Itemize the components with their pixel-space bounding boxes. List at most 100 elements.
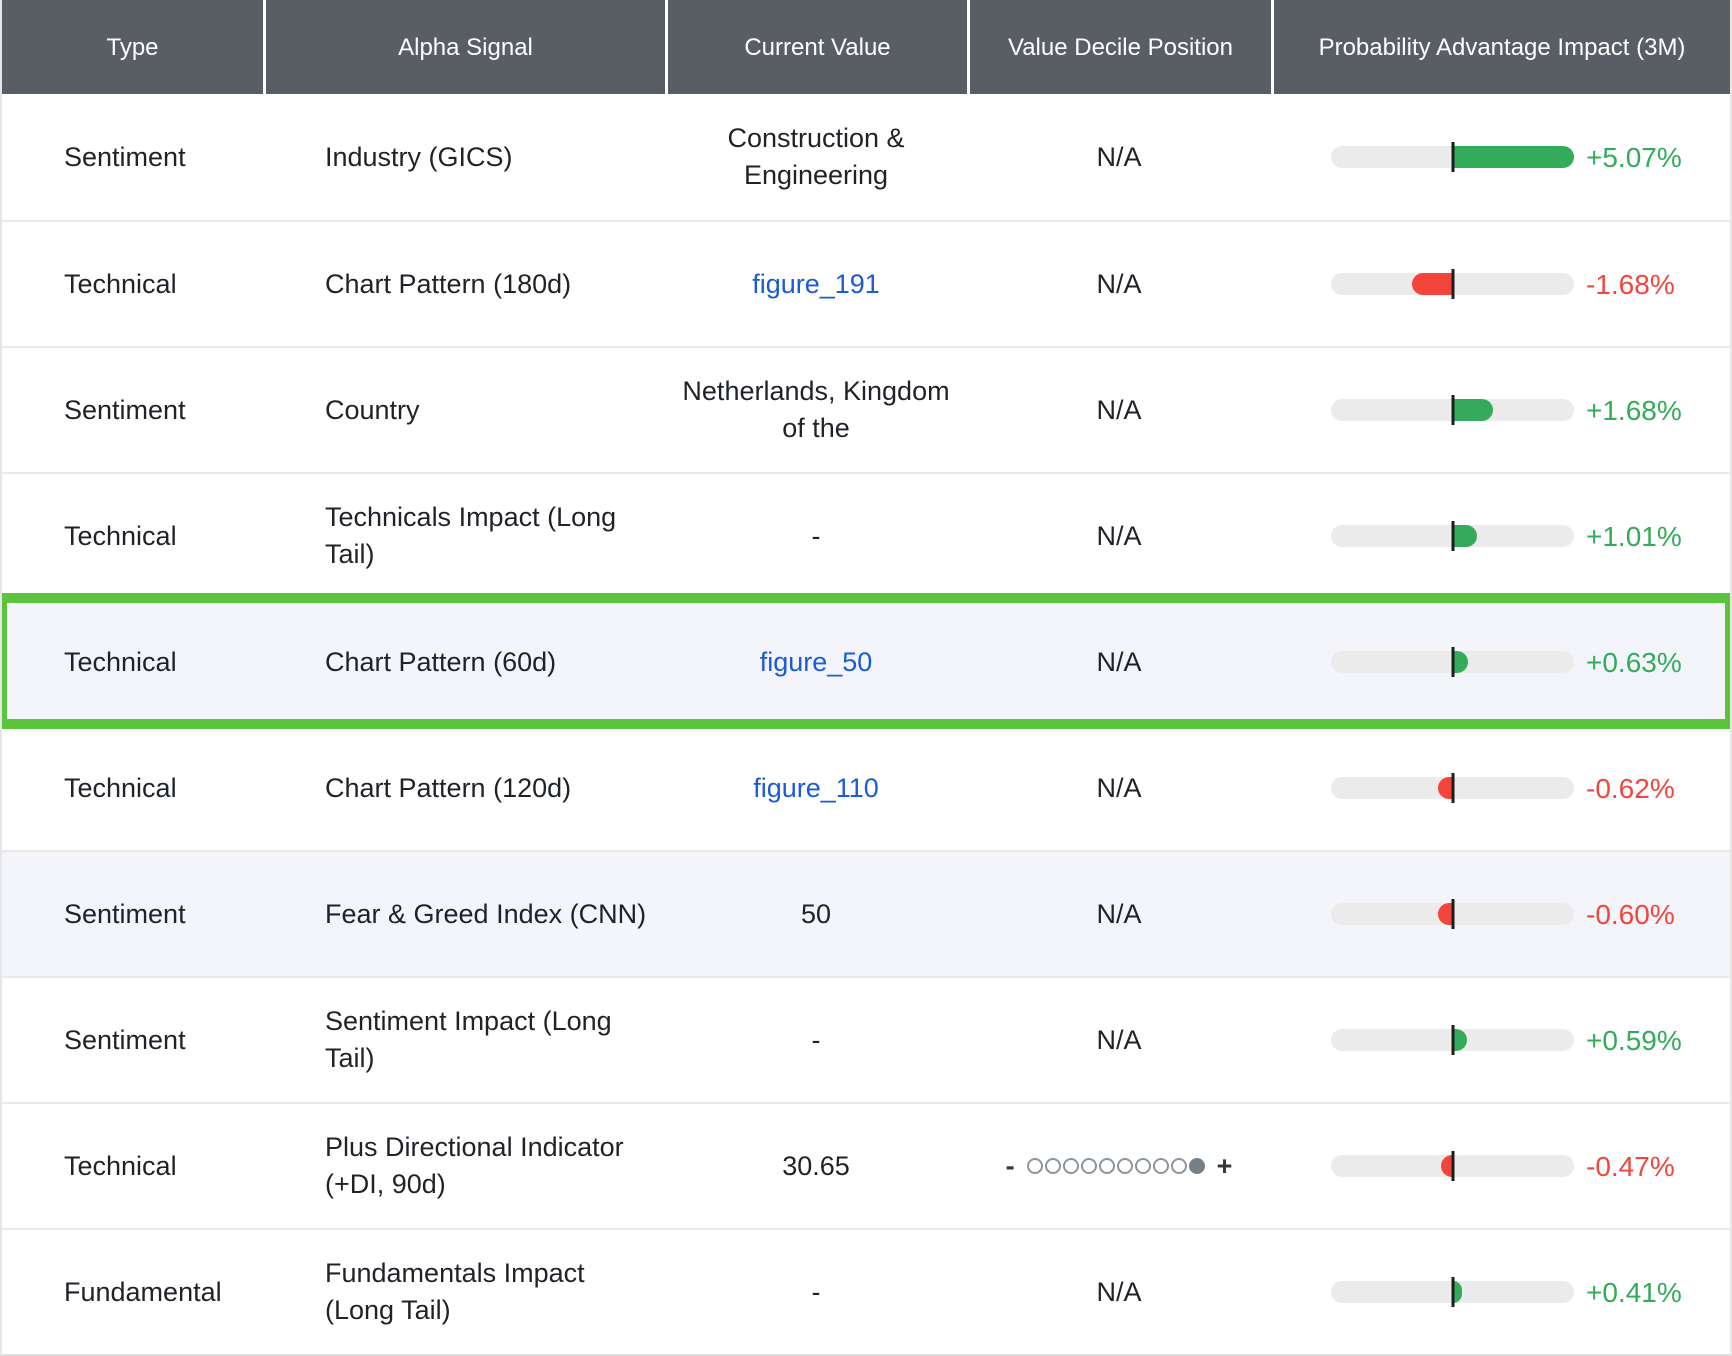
decile-na-text: N/A xyxy=(1096,898,1142,929)
current-value: - xyxy=(811,1024,821,1055)
impact-bar-zero-marker xyxy=(1451,1277,1454,1307)
table-header: Type Alpha Signal Current Value Value De… xyxy=(2,0,1730,94)
table-row[interactable]: Technical Chart Pattern (180d) figure_19… xyxy=(2,220,1730,346)
decile-dot xyxy=(1026,1158,1043,1174)
impact-bar-zero-marker xyxy=(1451,395,1454,425)
current-value: - xyxy=(811,520,821,551)
type-label: Sentiment xyxy=(64,898,186,929)
impact-bar-zero-marker xyxy=(1451,899,1454,929)
column-header-value-decile-position: Value Decile Position xyxy=(967,0,1271,94)
decile-plus-sign: + xyxy=(1216,1150,1233,1181)
impact-value: +0.59% xyxy=(1586,1024,1682,1056)
alpha-signal-label: Chart Pattern (180d) xyxy=(325,268,572,299)
type-cell: Sentiment xyxy=(2,852,263,976)
alpha-signal-cell: Sentiment Impact (Long Tail) xyxy=(263,978,665,1102)
impact-bar-track xyxy=(1331,521,1574,551)
table-row[interactable]: Technical Plus Directional Indicator (+D… xyxy=(2,1102,1730,1228)
impact-value: +1.01% xyxy=(1586,520,1682,552)
table-row[interactable]: Technical Chart Pattern (60d) figure_50 … xyxy=(2,593,1730,729)
value-decile-cell: N/A xyxy=(967,474,1271,598)
alpha-signal-label: Sentiment Impact (Long Tail) xyxy=(325,1006,612,1073)
impact-bar-fill xyxy=(1452,651,1468,673)
impact-cell: +5.07% xyxy=(1271,94,1730,220)
type-label: Sentiment xyxy=(64,141,186,172)
type-label: Technical xyxy=(64,268,177,299)
type-label: Technical xyxy=(64,646,177,677)
current-value-cell: figure_191 xyxy=(665,222,967,346)
impact-value: +0.41% xyxy=(1586,1276,1682,1308)
alpha-signal-cell: Technicals Impact (Long Tail) xyxy=(263,474,665,598)
table-body: Sentiment Industry (GICS) Construction &… xyxy=(2,94,1730,1354)
current-value-cell: - xyxy=(665,474,967,598)
column-header-probability-advantage-impact: Probability Advantage Impact (3M) xyxy=(1271,0,1730,94)
current-value-cell: 30.65 xyxy=(665,1104,967,1228)
impact-value: -0.47% xyxy=(1586,1150,1675,1182)
decile-dot xyxy=(1080,1158,1097,1174)
alpha-signal-cell: Industry (GICS) xyxy=(263,94,665,220)
current-value-cell: Netherlands, Kingdom of the xyxy=(665,348,967,472)
value-decile-cell: N/A xyxy=(967,222,1271,346)
current-value: 30.65 xyxy=(782,1150,850,1181)
type-cell: Technical xyxy=(2,474,263,598)
alpha-signal-label: Fear & Greed Index (CNN) xyxy=(325,898,647,929)
decile-indicator: - + xyxy=(1006,1148,1233,1185)
current-value-link[interactable]: figure_50 xyxy=(760,644,873,681)
alpha-signal-cell: Chart Pattern (120d) xyxy=(263,726,665,850)
decile-na-text: N/A xyxy=(1096,141,1142,172)
table-row[interactable]: Sentiment Country Netherlands, Kingdom o… xyxy=(2,346,1730,472)
alpha-signal-label: Country xyxy=(325,394,420,425)
alpha-signal-cell: Plus Directional Indicator (+DI, 90d) xyxy=(263,1104,665,1228)
decile-na-text: N/A xyxy=(1096,394,1142,425)
column-header-type: Type xyxy=(106,33,159,61)
decile-na-text: N/A xyxy=(1096,1276,1142,1307)
column-header-current-value: Current Value xyxy=(665,0,967,94)
decile-minus-sign: - xyxy=(1005,1150,1015,1181)
alpha-signal-label: Fundamentals Impact (Long Tail) xyxy=(325,1258,585,1325)
impact-bar-track xyxy=(1331,1277,1574,1307)
decile-na-text: N/A xyxy=(1096,520,1142,551)
impact-bar-fill xyxy=(1452,399,1493,421)
current-value: Construction & Engineering xyxy=(727,123,905,190)
impact-cell: -0.62% xyxy=(1271,726,1730,850)
current-value: - xyxy=(811,1276,821,1307)
table-row[interactable]: Sentiment Industry (GICS) Construction &… xyxy=(2,94,1730,220)
impact-bar-track xyxy=(1331,269,1574,299)
impact-cell: +1.01% xyxy=(1271,474,1730,598)
impact-bar-fill xyxy=(1452,146,1574,168)
impact-cell: -0.60% xyxy=(1271,852,1730,976)
impact-cell: +0.41% xyxy=(1271,1230,1730,1354)
table-row[interactable]: Technical Technicals Impact (Long Tail) … xyxy=(2,472,1730,598)
value-decile-cell: N/A xyxy=(967,348,1271,472)
value-decile-cell: N/A xyxy=(967,978,1271,1102)
alpha-signal-cell: Chart Pattern (180d) xyxy=(263,222,665,346)
alpha-signal-label: Chart Pattern (60d) xyxy=(325,646,557,677)
alpha-signals-table: Type Alpha Signal Current Value Value De… xyxy=(0,0,1732,1356)
value-decile-cell: N/A xyxy=(967,852,1271,976)
decile-na-text: N/A xyxy=(1096,1024,1142,1055)
value-decile-cell: - + xyxy=(967,1104,1271,1228)
type-cell: Technical xyxy=(2,600,263,724)
table-row[interactable]: Sentiment Fear & Greed Index (CNN) 50 N/… xyxy=(2,850,1730,976)
impact-bar-track xyxy=(1331,142,1574,172)
decile-na-text: N/A xyxy=(1096,646,1142,677)
alpha-signal-label: Industry (GICS) xyxy=(325,141,513,172)
type-label: Technical xyxy=(64,1150,177,1181)
table-row[interactable]: Sentiment Sentiment Impact (Long Tail) -… xyxy=(2,976,1730,1102)
current-value-link[interactable]: figure_191 xyxy=(752,266,880,303)
decile-na-text: N/A xyxy=(1096,772,1142,803)
impact-bar-fill xyxy=(1412,273,1453,295)
table-row[interactable]: Fundamental Fundamentals Impact (Long Ta… xyxy=(2,1228,1730,1354)
decile-dot xyxy=(1062,1158,1079,1174)
table-row[interactable]: Technical Chart Pattern (120d) figure_11… xyxy=(2,724,1730,850)
decile-na-text: N/A xyxy=(1096,268,1142,299)
impact-cell: +1.68% xyxy=(1271,348,1730,472)
value-decile-cell: N/A xyxy=(967,1230,1271,1354)
impact-value: -0.62% xyxy=(1586,772,1675,804)
type-label: Technical xyxy=(64,772,177,803)
impact-bar-zero-marker xyxy=(1451,269,1454,299)
decile-dot xyxy=(1116,1158,1133,1174)
current-value: Netherlands, Kingdom of the xyxy=(682,376,950,443)
type-cell: Sentiment xyxy=(2,94,263,220)
current-value-link[interactable]: figure_110 xyxy=(753,770,879,807)
impact-bar-fill xyxy=(1452,525,1477,547)
